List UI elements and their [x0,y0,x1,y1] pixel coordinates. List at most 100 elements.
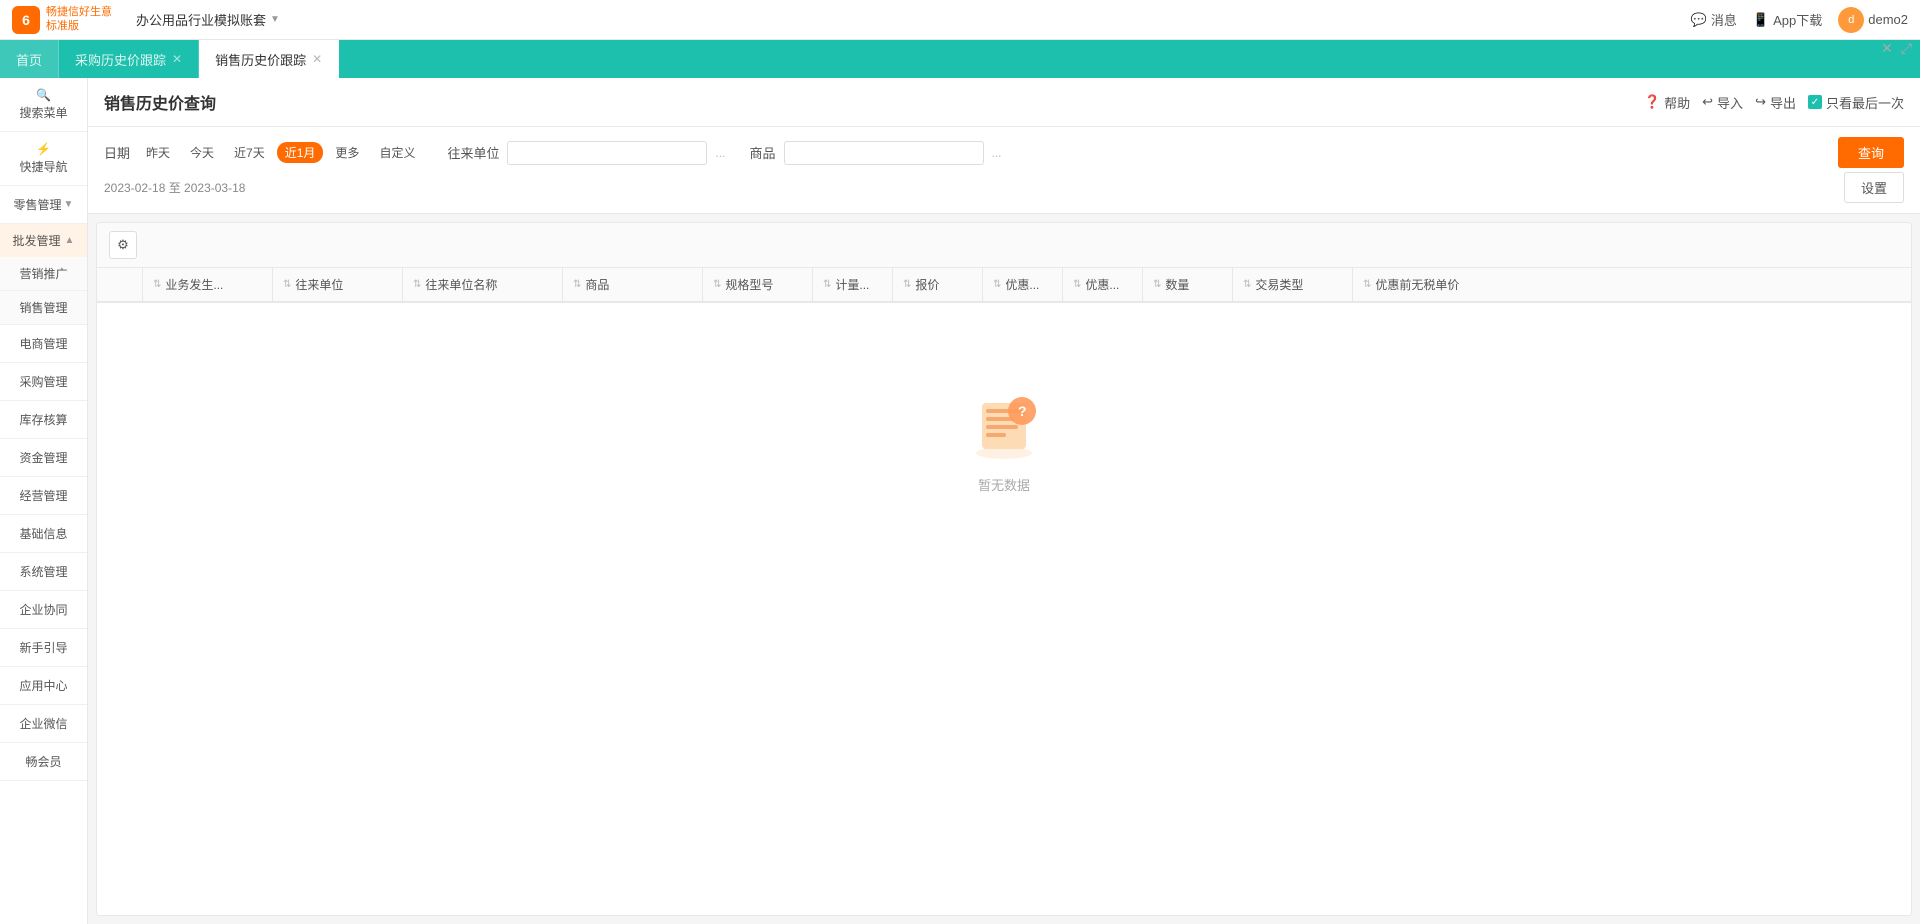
th-product[interactable]: ⇅ 商品 [563,268,703,301]
sort-icon: ⇅ [823,279,831,290]
app-name-label: 办公用品行业模拟账套 [136,10,266,29]
sidebar-system-label: 系统管理 [19,563,67,580]
date-option-custom[interactable]: 自定义 [371,142,423,163]
filter-line1: 日期 昨天 今天 近7天 近1月 更多 自定义 往来单位 ... [88,127,1920,172]
sort-icon: ⇅ [573,279,581,290]
sort-icon: ⇅ [903,279,911,290]
sidebar-item-purchase[interactable]: 采购管理 [0,363,87,401]
app-selector[interactable]: 办公用品行业模拟账套 ▼ [136,10,280,29]
sidebar-enterprise-label: 企业协同 [19,601,67,618]
sidebar-item-wholesale[interactable]: 批发管理 ▲ [0,224,87,257]
sidebar-item-member[interactable]: 畅会员 [0,743,87,781]
tab-sales-close-icon[interactable]: ✕ [312,52,322,66]
logo-text: 畅捷信好生意 标准版 [46,6,112,32]
unit-filter-label: 往来单位 [447,143,499,162]
th-qty[interactable]: ⇅ 数量 [1143,268,1233,301]
logo-area: 6 畅捷信好生意 标准版 [12,6,112,34]
sidebar-item-ecommerce[interactable]: 电商管理 [0,325,87,363]
th-discount2-label: 优惠... [1085,276,1119,293]
help-button[interactable]: ❓ 帮助 [1644,93,1690,112]
user-menu[interactable]: d demo2 [1838,7,1908,33]
date-option-yesterday[interactable]: 昨天 [138,142,178,163]
top-bar: 6 畅捷信好生意 标准版 办公用品行业模拟账套 ▼ 💬 消息 📱 App下载 d… [0,0,1920,40]
only-last-checkbox[interactable]: ✓ 只看最后一次 [1808,93,1904,112]
query-button[interactable]: 查询 [1838,137,1904,168]
sort-icon: ⇅ [1153,279,1161,290]
download-icon: 📱 [1753,12,1769,28]
date-filter-group: 日期 昨天 今天 近7天 近1月 更多 自定义 [104,142,423,163]
help-icon: ❓ [1644,94,1660,110]
filter-line2: 2023-02-18 至 2023-03-18 设置 [88,172,1920,213]
message-button[interactable]: 💬 消息 [1691,10,1737,29]
th-discount2[interactable]: ⇅ 优惠... [1063,268,1143,301]
sort-icon: ⇅ [413,279,421,290]
th-discount1[interactable]: ⇅ 优惠... [983,268,1063,301]
product-filter-label: 商品 [749,143,775,162]
chevron-down-icon: ▼ [270,14,280,25]
unit-filter-dots: ... [715,146,725,160]
sidebar-item-basic-info[interactable]: 基础信息 [0,515,87,553]
th-tax-price[interactable]: ⇅ 优惠前无税单价 [1353,268,1911,301]
sidebar-item-operations[interactable]: 经营管理 [0,477,87,515]
sidebar-inventory-label: 库存核算 [19,411,67,428]
th-date[interactable]: ⇅ 业务发生... [143,268,273,301]
sidebar-item-inventory[interactable]: 库存核算 [0,401,87,439]
tab-purchase-history[interactable]: 采购历史价跟踪 ✕ [59,40,199,78]
tab-purchase-close-icon[interactable]: ✕ [172,52,182,66]
date-option-7days[interactable]: 近7天 [226,142,273,163]
column-settings-button[interactable]: ⚙ [109,231,137,259]
tab-sales-label: 销售历史价跟踪 [215,50,306,69]
sidebar-item-guide[interactable]: 新手引导 [0,629,87,667]
th-unit-name[interactable]: ⇅ 往来单位名称 [403,268,563,301]
tab-sales-history[interactable]: 销售历史价跟踪 ✕ [199,40,339,78]
date-option-1month[interactable]: 近1月 [277,142,324,163]
sidebar-item-retail[interactable]: 零售管理 ▼ [0,186,87,224]
main-layout: 🔍 搜索菜单 ⚡ 快捷导航 零售管理 ▼ 批发管理 ▲ 营销推广 销售管理 电商… [0,78,1920,924]
app-download-button[interactable]: 📱 App下载 [1753,10,1822,29]
th-gear [97,268,143,301]
tab-bar: 首页 采购历史价跟踪 ✕ 销售历史价跟踪 ✕ ✕ ⤢ [0,40,1920,78]
sort-icon: ⇅ [283,279,291,290]
th-uom[interactable]: ⇅ 计量... [813,268,893,301]
help-label: 帮助 [1664,93,1690,112]
tab-home[interactable]: 首页 [0,40,59,78]
checkbox-icon: ✓ [1808,95,1822,109]
th-spec[interactable]: ⇅ 规格型号 [703,268,813,301]
product-filter-input[interactable] [784,141,984,165]
product-filter-dots: ... [992,146,1002,160]
export-label: 导出 [1770,93,1796,112]
sort-icon: ⇅ [713,279,721,290]
sidebar-item-system[interactable]: 系统管理 [0,553,87,591]
maximize-window-icon[interactable]: ⤢ [1901,40,1912,78]
sidebar-item-enterprise[interactable]: 企业协同 [0,591,87,629]
page-actions: ❓ 帮助 ↩ 导入 ↪ 导出 ✓ 只看最后一次 [1644,93,1904,112]
date-option-today[interactable]: 今天 [182,142,222,163]
sidebar-sub-marketing[interactable]: 营销推广 [0,257,87,291]
close-window-icon[interactable]: ✕ [1881,40,1893,78]
sort-icon: ⇅ [153,279,161,290]
window-controls: ✕ ⤢ [1881,40,1920,78]
th-price[interactable]: ⇅ 报价 [893,268,983,301]
sidebar-item-search[interactable]: 🔍 搜索菜单 [0,78,87,132]
sidebar-item-appstore[interactable]: 应用中心 [0,667,87,705]
unit-filter-input[interactable] [507,141,707,165]
table-area: ⚙ ⇅ 业务发生... ⇅ 往来单位 ⇅ 往来单位名称 ⇅ [96,222,1912,916]
export-icon: ↪ [1755,94,1766,110]
import-button[interactable]: ↩ 导入 [1702,93,1743,112]
sort-icon: ⇅ [1363,279,1371,290]
date-option-more[interactable]: 更多 [327,142,367,163]
sidebar-ecommerce-label: 电商管理 [19,335,67,352]
th-qty-label: 数量 [1165,276,1189,293]
sidebar-retail-label: 零售管理 [14,196,62,213]
sidebar-sub-sales[interactable]: 销售管理 [0,291,87,325]
sidebar-item-wechat[interactable]: 企业微信 [0,705,87,743]
sidebar-wholesale-label: 批发管理 [13,232,61,249]
sidebar-item-nav[interactable]: ⚡ 快捷导航 [0,132,87,186]
empty-text: 暂无数据 [978,475,1030,494]
settings-button[interactable]: 设置 [1844,172,1904,203]
sidebar-item-finance[interactable]: 资金管理 [0,439,87,477]
search-icon: 🔍 [36,88,51,102]
th-unit-code[interactable]: ⇅ 往来单位 [273,268,403,301]
th-trade-type[interactable]: ⇅ 交易类型 [1233,268,1353,301]
export-button[interactable]: ↪ 导出 [1755,93,1796,112]
